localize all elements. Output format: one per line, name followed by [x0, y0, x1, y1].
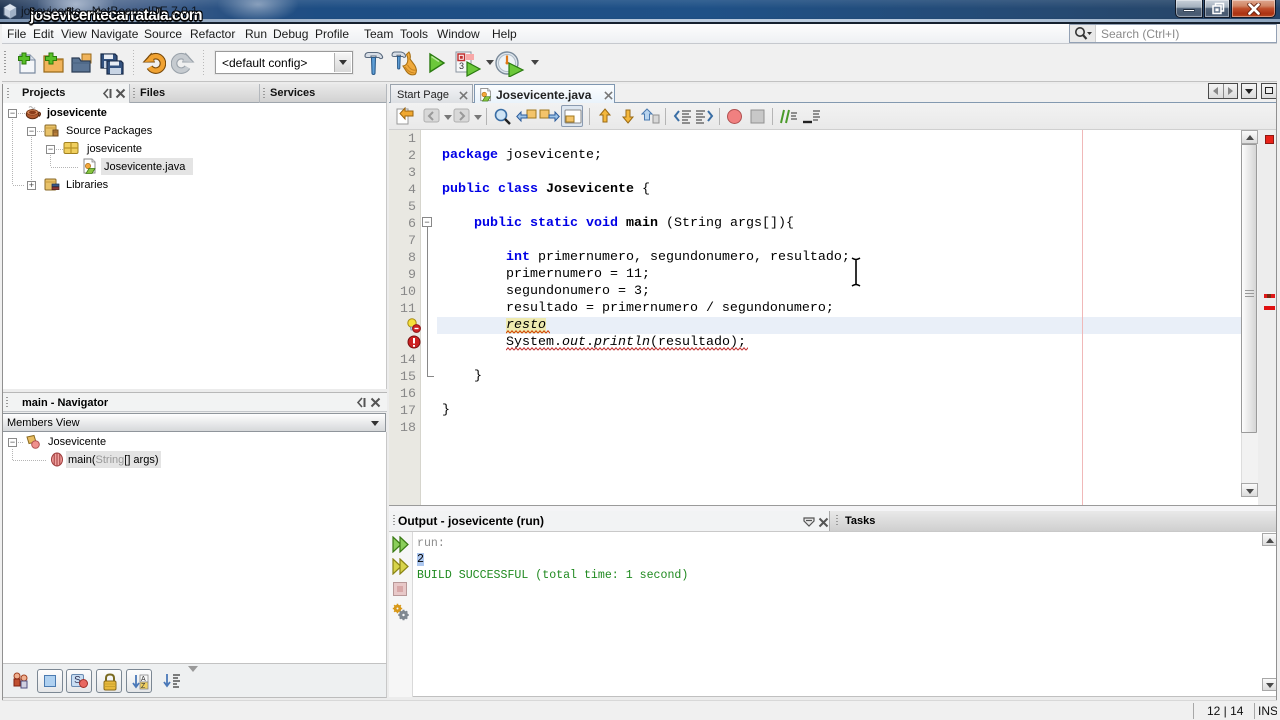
svg-text:3: 3	[459, 61, 464, 71]
svg-text:Z: Z	[141, 683, 146, 690]
